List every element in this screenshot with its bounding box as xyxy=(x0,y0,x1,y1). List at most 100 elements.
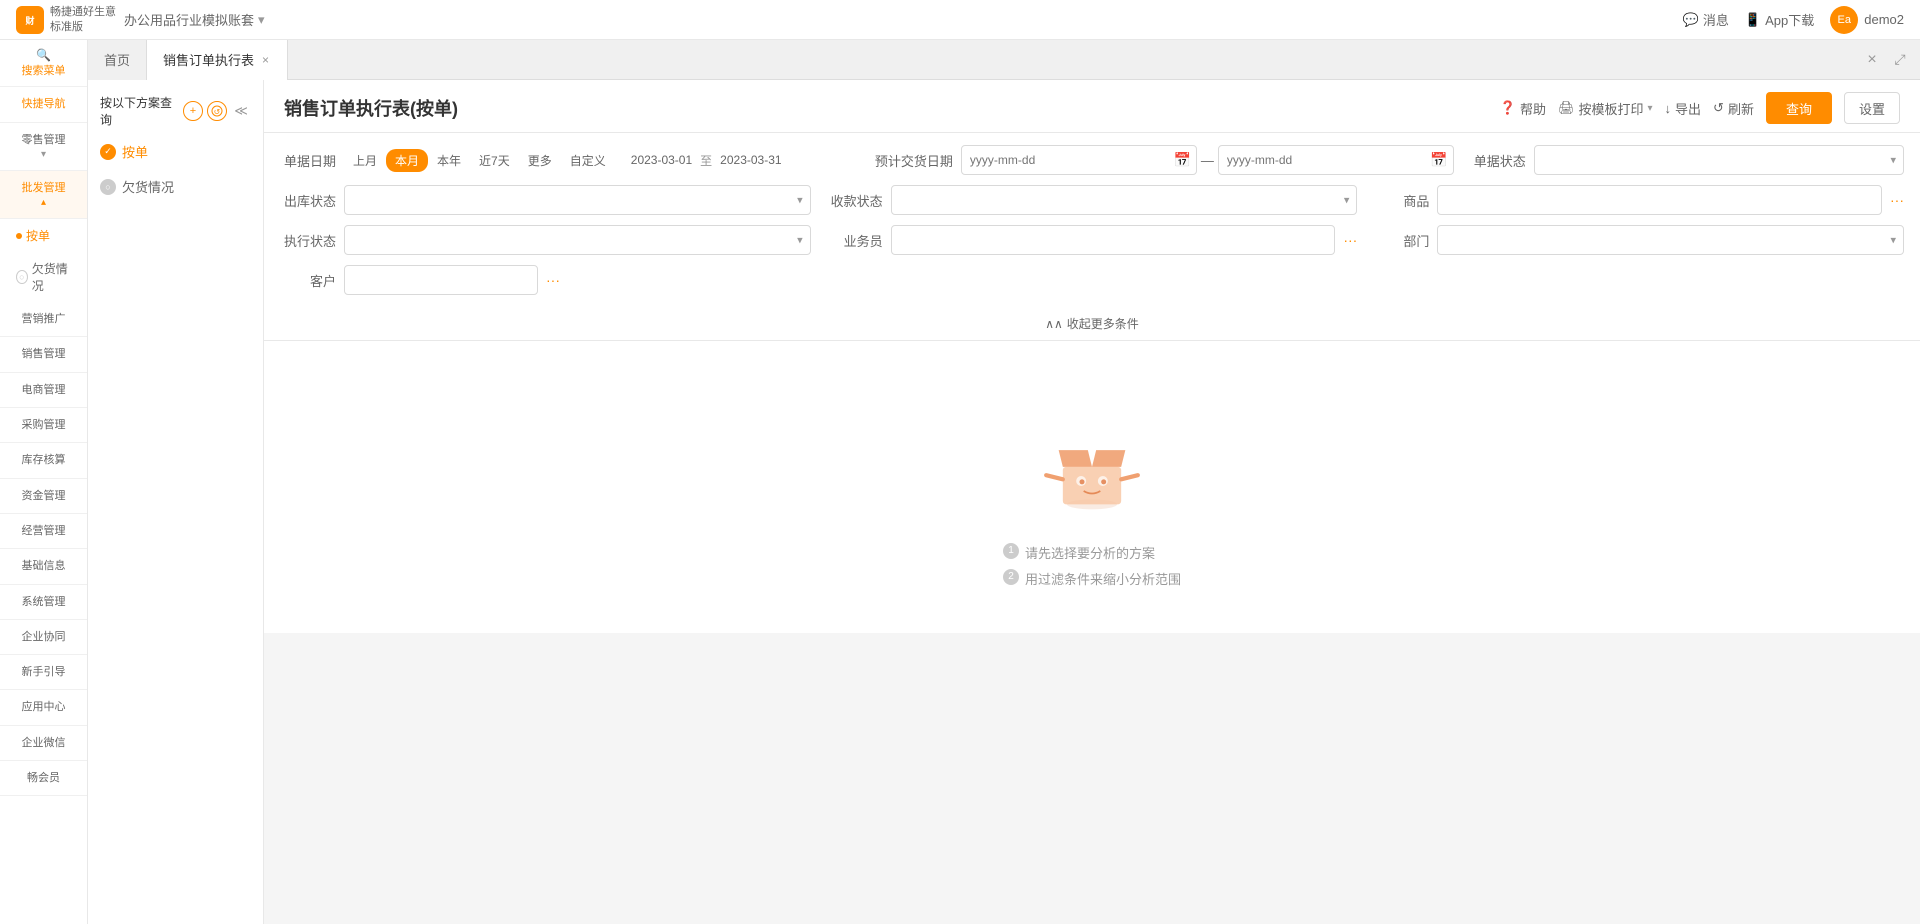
sidebar-item-sales[interactable]: 销售管理 xyxy=(0,337,87,372)
search-icon: 🔍 xyxy=(36,48,51,62)
goods-input[interactable] xyxy=(1437,185,1882,215)
dept-select[interactable] xyxy=(1437,225,1904,255)
sidebar-item-operation[interactable]: 经营管理 xyxy=(0,514,87,549)
tip-num-2: 2 xyxy=(1003,569,1019,585)
sidebar-item-inventory[interactable]: 库存核算 xyxy=(0,443,87,478)
sub-item-欠货情况[interactable]: ○ 欠货情况 xyxy=(0,252,87,302)
collapse-panel-btn[interactable]: ≪ xyxy=(231,101,251,121)
tab-close-window-btn[interactable]: × xyxy=(1860,48,1884,72)
date-filter-tabs: 上月 本月 本年 近7天 更多 自定义 xyxy=(344,149,615,172)
edit-scheme-btn[interactable]: ↺ xyxy=(207,101,227,121)
active-dot xyxy=(16,233,22,239)
scheme-item-按单[interactable]: ✓ 按单 xyxy=(88,134,263,169)
filter-out-status: 出库状态 ▾ xyxy=(280,185,811,215)
sidebar-item-quicknav[interactable]: 快捷导航 xyxy=(0,87,87,122)
sidebar-item-ecommerce[interactable]: 电商管理 xyxy=(0,373,87,408)
dropdown-icon[interactable]: ▾ xyxy=(258,12,265,28)
sidebar-item-retail[interactable]: 零售管理 ▾ xyxy=(0,123,87,171)
customer-ellipsis-btn[interactable]: ··· xyxy=(546,272,560,288)
date-range-end-display: 2023-03-31 xyxy=(720,153,781,167)
top-bar: 财 畅捷通好生意 标准版 办公用品行业模拟账套 ▾ 💬 消息 📱 App下载 E… xyxy=(0,0,1920,40)
date-label: 单据日期 xyxy=(280,151,336,170)
export-icon: ↓ xyxy=(1665,101,1672,116)
doc-status-select[interactable]: 草稿 审核 xyxy=(1534,145,1904,175)
right-main: 销售订单执行表(按单) ❓ 帮助 🖨 按模板打印 ▾ xyxy=(264,80,1920,924)
wholesale-submenu: 按单 ○ 欠货情况 xyxy=(0,219,87,302)
expected-date-start-input[interactable] xyxy=(961,145,1197,175)
collect-status-select[interactable] xyxy=(891,185,1358,215)
filter-section: 单据日期 上月 本月 本年 近7天 更多 自定义 xyxy=(264,133,1920,341)
date-tab-custom[interactable]: 自定义 xyxy=(561,149,615,172)
date-tab-more[interactable]: 更多 xyxy=(519,149,561,172)
filter-expected-date: 预计交货日期 📅 — xyxy=(875,145,1454,175)
filter-row-1: 单据日期 上月 本月 本年 近7天 更多 自定义 xyxy=(280,145,1904,175)
scheme-dot-active: ✓ xyxy=(100,144,116,160)
svg-text:↺: ↺ xyxy=(214,108,221,117)
sidebar-item-newbie[interactable]: 新手引导 xyxy=(0,655,87,690)
goods-label: 商品 xyxy=(1373,191,1429,210)
sub-icon: ○ xyxy=(16,270,28,284)
expand-icon: ▾ xyxy=(41,149,46,160)
print-btn[interactable]: 🖨 按模板打印 ▾ xyxy=(1558,99,1653,118)
collapse-icon: ∧∧ xyxy=(1045,317,1063,331)
date-tab-this-month[interactable]: 本月 xyxy=(386,149,428,172)
sidebar-item-base[interactable]: 基础信息 xyxy=(0,549,87,584)
refresh-btn[interactable]: ↺ 刷新 xyxy=(1713,99,1754,118)
sidebar-item-member[interactable]: 畅会员 xyxy=(0,761,87,796)
sidebar-item-apps[interactable]: 应用中心 xyxy=(0,690,87,725)
date-range-display: 2023-03-01 xyxy=(631,153,692,167)
message-btn[interactable]: 💬 消息 xyxy=(1683,10,1729,29)
sub-item-按单[interactable]: 按单 xyxy=(0,219,87,252)
date-tab-7days[interactable]: 近7天 xyxy=(470,149,519,172)
sidebar: 🔍 搜索菜单 快捷导航 零售管理 ▾ 批发管理 ▴ 按单 ○ 欠货情况 营销推广 xyxy=(0,40,88,924)
tab-home[interactable]: 首页 xyxy=(88,40,147,80)
query-button[interactable]: 查询 xyxy=(1766,92,1832,124)
user-area[interactable]: Ea demo2 xyxy=(1830,6,1904,34)
phone-icon: 📱 xyxy=(1745,12,1761,28)
goods-ellipsis-btn[interactable]: ··· xyxy=(1890,192,1904,208)
top-bar-left: 财 畅捷通好生意 标准版 办公用品行业模拟账套 ▾ xyxy=(16,5,265,34)
dept-label: 部门 xyxy=(1373,231,1429,250)
scheme-item-欠货情况[interactable]: ○ 欠货情况 xyxy=(88,169,263,204)
date-tab-this-year[interactable]: 本年 xyxy=(428,149,470,172)
exec-status-select[interactable] xyxy=(344,225,811,255)
filter-exec-status: 执行状态 ▾ xyxy=(280,225,811,255)
sidebar-item-wholesale[interactable]: 批发管理 ▴ xyxy=(0,171,87,219)
avatar: Ea xyxy=(1830,6,1858,34)
add-scheme-btn[interactable]: + xyxy=(183,101,203,121)
sidebar-item-finance[interactable]: 资金管理 xyxy=(0,479,87,514)
out-status-select[interactable] xyxy=(344,185,811,215)
scheme-panel-header: 按以下方案查询 + ↺ ≪ xyxy=(88,88,263,134)
expected-date-end-input[interactable] xyxy=(1218,145,1454,175)
message-icon: 💬 xyxy=(1683,12,1699,28)
app-download-btn[interactable]: 📱 App下载 xyxy=(1745,10,1814,29)
exec-status-select-wrap: ▾ xyxy=(344,225,811,255)
top-bar-right: 💬 消息 📱 App下载 Ea demo2 xyxy=(1683,6,1904,34)
sidebar-item-search[interactable]: 🔍 搜索菜单 xyxy=(0,40,87,87)
sidebar-item-purchase[interactable]: 采购管理 xyxy=(0,408,87,443)
page-content: 按以下方案查询 + ↺ ≪ ✓ 按单 xyxy=(88,80,1920,924)
sidebar-item-marketing[interactable]: 营销推广 xyxy=(0,302,87,337)
page-header: 销售订单执行表(按单) ❓ 帮助 🖨 按模板打印 ▾ xyxy=(264,80,1920,133)
tab-maximize-btn[interactable]: ⤢ xyxy=(1888,48,1912,72)
sidebar-item-corp[interactable]: 企业协同 xyxy=(0,620,87,655)
export-btn[interactable]: ↓ 导出 xyxy=(1665,99,1702,118)
salesman-input[interactable] xyxy=(891,225,1336,255)
scheme-dot-inactive: ○ xyxy=(100,179,116,195)
sidebar-item-system[interactable]: 系统管理 xyxy=(0,585,87,620)
customer-input[interactable] xyxy=(344,265,538,295)
tab-close-btn[interactable]: × xyxy=(260,51,271,69)
collapse-btn[interactable]: ∧∧ 收起更多条件 xyxy=(1033,313,1151,334)
dept-select-wrap: ▾ xyxy=(1437,225,1904,255)
inner-layout: 按以下方案查询 + ↺ ≪ ✓ 按单 xyxy=(88,80,1920,924)
expected-date-label: 预计交货日期 xyxy=(875,151,953,170)
setting-button[interactable]: 设置 xyxy=(1844,92,1900,124)
expected-date-range: 📅 — 📅 xyxy=(961,145,1454,175)
logo-area[interactable]: 财 畅捷通好生意 标准版 xyxy=(16,5,116,34)
salesman-ellipsis-btn[interactable]: ··· xyxy=(1343,232,1357,248)
sidebar-item-wechat[interactable]: 企业微信 xyxy=(0,726,87,761)
tab-active[interactable]: 销售订单执行表 × xyxy=(147,40,288,80)
scheme-actions: + ↺ ≪ xyxy=(183,101,251,121)
date-tab-last-month[interactable]: 上月 xyxy=(344,149,386,172)
help-btn[interactable]: ❓ 帮助 xyxy=(1500,99,1546,118)
